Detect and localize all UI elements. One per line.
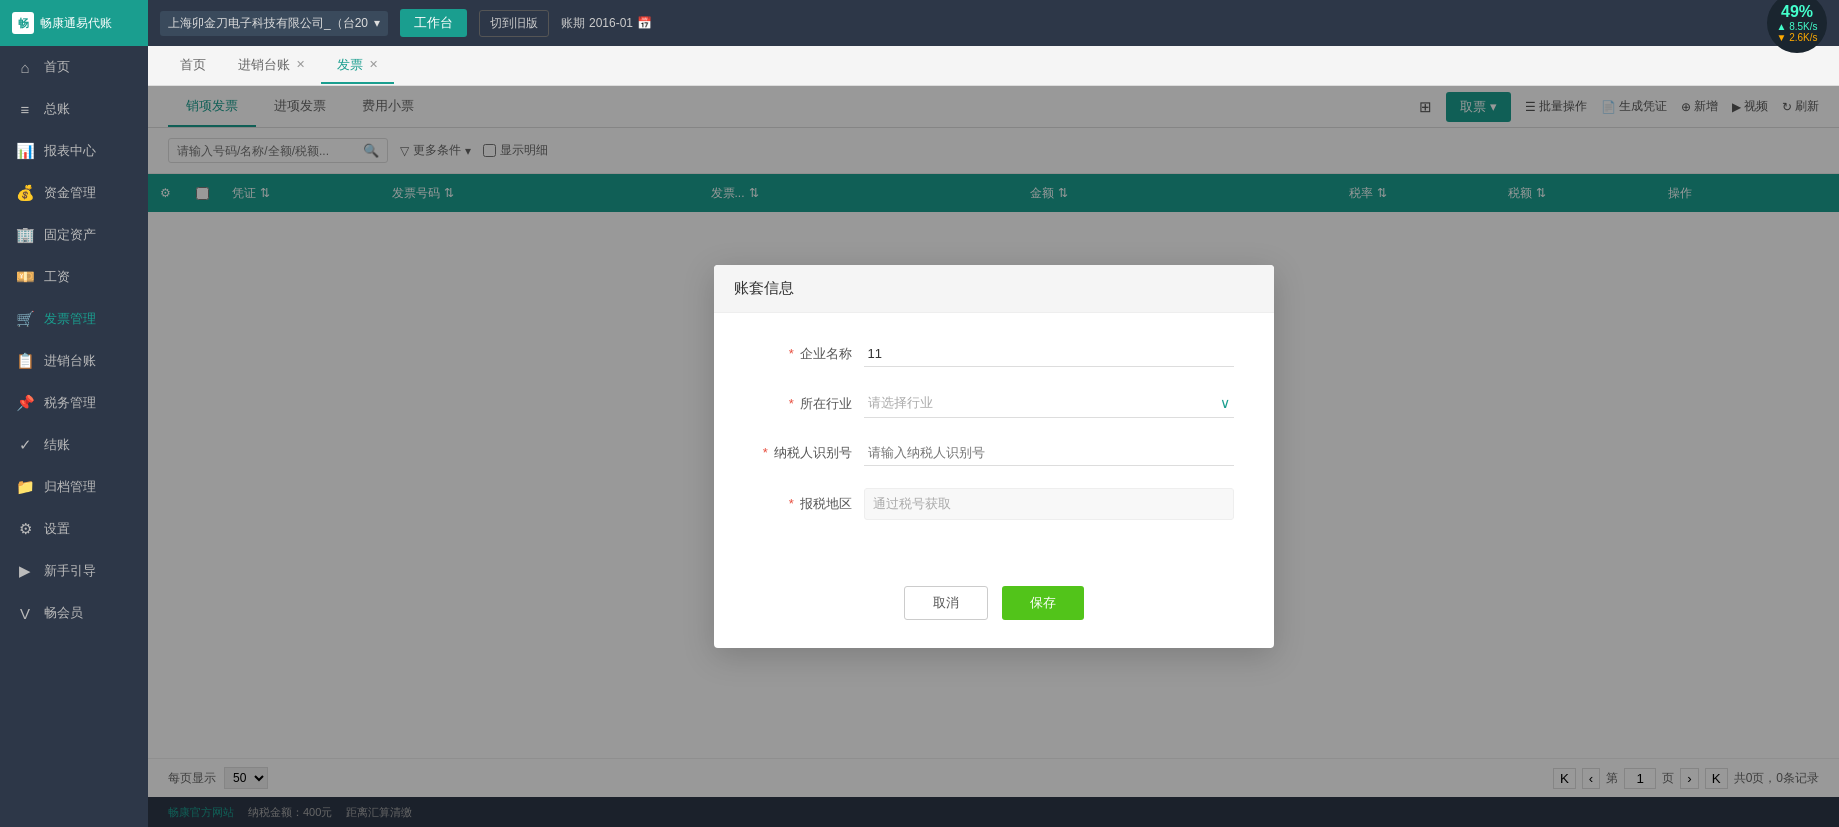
sidebar-item-tax[interactable]: 📌 税务管理 [0,382,148,424]
assets-icon: 🏢 [16,226,34,244]
member-icon: V [16,605,34,622]
tab-salesledger-label: 进销台账 [238,56,290,74]
tax-icon: 📌 [16,394,34,412]
modal-overlay: 账套信息 * 企业名称 * 所在行业 [148,86,1839,827]
content-area: 销项发票 进项发票 费用小票 ⊞ 取票 ▾ ☰ 批量操作 📄 [148,86,1839,827]
form-row-company: * 企业名称 [754,341,1234,367]
invoice-icon: 🛒 [16,310,34,328]
tax-id-input[interactable] [864,440,1234,466]
sidebar: 畅 畅康通易代账 ⌂ 首页 ≡ 总账 📊 报表中心 💰 资金管理 🏢 固定资产 … [0,0,148,827]
period-value: 2016-01 [589,16,633,30]
sidebar-item-archive[interactable]: 📁 归档管理 [0,466,148,508]
form-row-tax-id: * 纳税人识别号 [754,440,1234,466]
tab-home-label: 首页 [180,56,206,74]
archive-icon: 📁 [16,478,34,496]
tab-invoice-close-icon[interactable]: ✕ [369,58,378,71]
tax-region-label: * 报税地区 [754,495,864,513]
sidebar-label-salary: 工资 [44,268,70,286]
tab-invoice-label: 发票 [337,56,363,74]
tab-home[interactable]: 首页 [164,48,222,84]
dialog-footer: 取消 保存 [714,570,1274,648]
reports-icon: 📊 [16,142,34,160]
sidebar-label-tax: 税务管理 [44,394,96,412]
sidebar-item-salary[interactable]: 💴 工资 [0,256,148,298]
tax-id-label: * 纳税人识别号 [754,444,864,462]
cancel-button[interactable]: 取消 [904,586,988,620]
calendar-icon[interactable]: 📅 [637,16,652,30]
sidebar-label-invoice: 发票管理 [44,310,96,328]
sidebar-label-home: 首页 [44,58,70,76]
chevron-down-icon: ▾ [374,16,380,30]
period-info: 账期 2016-01 📅 [561,15,652,32]
sidebar-label-settings: 设置 [44,520,70,538]
app-logo: 畅 畅康通易代账 [0,0,148,46]
sidebar-item-invoice[interactable]: 🛒 发票管理 [0,298,148,340]
finance-icon: 💰 [16,184,34,202]
sidebar-label-salesledger: 进销台账 [44,352,96,370]
tab-salesledger-close-icon[interactable]: ✕ [296,58,305,71]
dialog-title: 账套信息 [714,265,1274,313]
main-content: 上海卯金刀电子科技有限公司_（台201... ▾ 工作台 切到旧版 账期 201… [148,0,1839,827]
tab-invoice[interactable]: 发票 ✕ [321,48,394,84]
company-name-input[interactable] [864,341,1234,367]
account-info-dialog: 账套信息 * 企业名称 * 所在行业 [714,265,1274,648]
industry-select[interactable]: 请选择行业 ∨ [864,389,1234,418]
save-button[interactable]: 保存 [1002,586,1084,620]
guide-icon: ▶ [16,562,34,580]
sidebar-label-reports: 报表中心 [44,142,96,160]
salesledger-icon: 📋 [16,352,34,370]
workbench-button[interactable]: 工作台 [400,9,467,37]
sidebar-item-member[interactable]: V 畅会员 [0,592,148,634]
sidebar-label-guide: 新手引导 [44,562,96,580]
close-accounts-icon: ✓ [16,436,34,454]
sidebar-label-close: 结账 [44,436,70,454]
company-name-label: * 企业名称 [754,345,864,363]
form-row-tax-region: * 报税地区 通过税号获取 [754,488,1234,520]
network-percent: 49% [1781,3,1813,21]
sidebar-item-home[interactable]: ⌂ 首页 [0,46,148,88]
period-label: 账期 [561,15,585,32]
sidebar-item-ledger[interactable]: ≡ 总账 [0,88,148,130]
sidebar-label-assets: 固定资产 [44,226,96,244]
network-download-speed: ▼ 2.6K/s [1776,32,1817,43]
app-name: 畅康通易代账 [40,15,112,32]
sidebar-label-member: 畅会员 [44,604,83,622]
sidebar-label-finance: 资金管理 [44,184,96,202]
old-version-button[interactable]: 切到旧版 [479,10,549,37]
industry-label: * 所在行业 [754,395,864,413]
home-icon: ⌂ [16,59,34,76]
sidebar-item-settings[interactable]: ⚙ 设置 [0,508,148,550]
salary-icon: 💴 [16,268,34,286]
top-header: 上海卯金刀电子科技有限公司_（台201... ▾ 工作台 切到旧版 账期 201… [148,0,1839,46]
required-marker-4: * [789,496,794,511]
sidebar-label-archive: 归档管理 [44,478,96,496]
tax-region-readonly: 通过税号获取 [864,488,1234,520]
dialog-body: * 企业名称 * 所在行业 请选择行业 ∨ [714,313,1274,570]
tab-salesledger[interactable]: 进销台账 ✕ [222,48,321,84]
form-row-industry: * 所在行业 请选择行业 ∨ [754,389,1234,418]
industry-placeholder: 请选择行业 [868,394,933,412]
company-selector[interactable]: 上海卯金刀电子科技有限公司_（台201... ▾ [160,11,388,36]
network-upload-speed: ▲ 8.5K/s [1776,21,1817,32]
chevron-down-icon: ∨ [1220,395,1230,411]
sidebar-item-guide[interactable]: ▶ 新手引导 [0,550,148,592]
ledger-icon: ≡ [16,101,34,118]
company-name: 上海卯金刀电子科技有限公司_（台201... [168,15,368,32]
required-marker-3: * [763,445,768,460]
required-marker-2: * [789,396,794,411]
tab-bar: 首页 进销台账 ✕ 发票 ✕ [148,46,1839,86]
logo-icon: 畅 [12,12,34,34]
sidebar-item-reports[interactable]: 📊 报表中心 [0,130,148,172]
sidebar-item-assets[interactable]: 🏢 固定资产 [0,214,148,256]
sidebar-item-close[interactable]: ✓ 结账 [0,424,148,466]
sidebar-item-finance[interactable]: 💰 资金管理 [0,172,148,214]
sidebar-label-ledger: 总账 [44,100,70,118]
required-marker: * [789,346,794,361]
sidebar-item-salesledger[interactable]: 📋 进销台账 [0,340,148,382]
settings-icon: ⚙ [16,520,34,538]
